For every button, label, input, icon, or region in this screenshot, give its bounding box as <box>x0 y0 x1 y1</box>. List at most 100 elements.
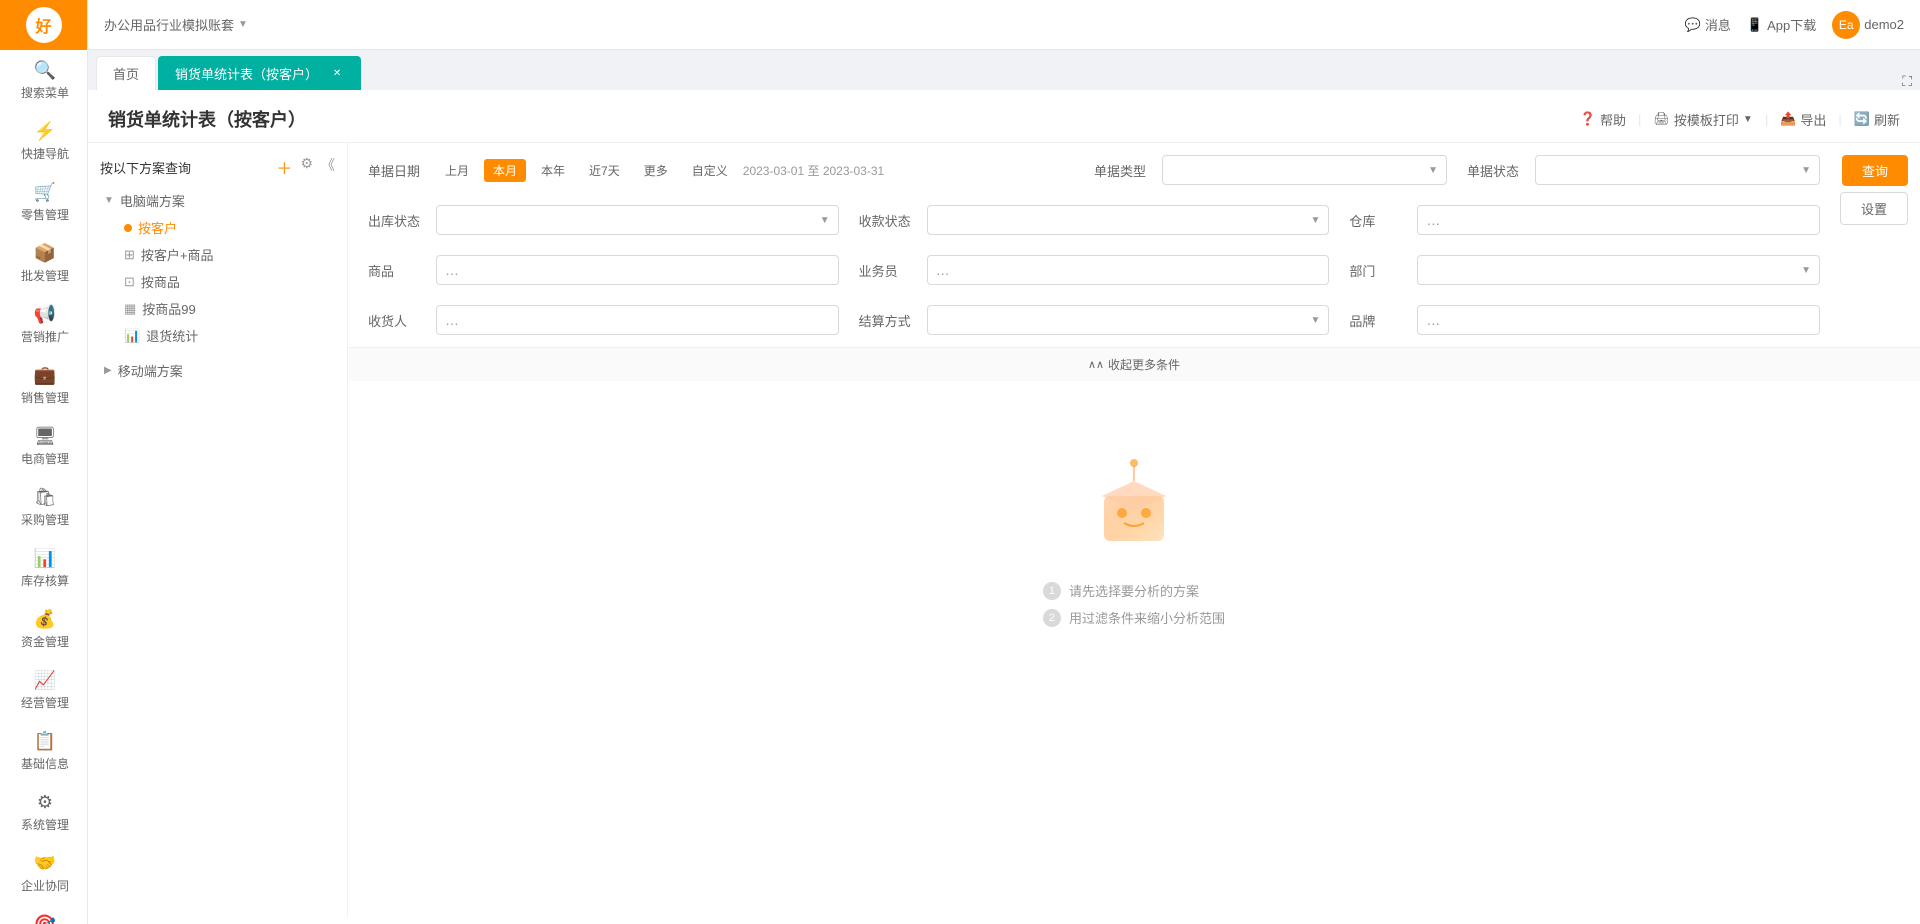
industry-dropdown-icon: ▼ <box>238 19 248 30</box>
scheme-by-customer-label: 按客户 <box>138 218 177 237</box>
date-btn-custom[interactable]: 自定义 <box>683 159 737 182</box>
sidebar-item-ecommerce[interactable]: 🖥 电商管理 <box>0 416 87 477</box>
add-scheme-btn[interactable]: ＋ <box>276 155 292 179</box>
sidebar-item-operations[interactable]: 📈 经营管理 <box>0 660 87 721</box>
sidebar-item-sales[interactable]: 💼 销售管理 <box>0 355 87 416</box>
tree-node-by-customer-goods[interactable]: ⊞ 按客户+商品 <box>116 241 339 268</box>
salesman-select[interactable]: … <box>927 255 1330 285</box>
sidebar-item-quick-nav-label: 快捷导航 <box>21 145 69 162</box>
tree-node-by-goods[interactable]: ⊡ 按商品 <box>116 268 339 295</box>
app-download-btn[interactable]: 📱 App下载 <box>1747 15 1816 34</box>
filter-payment-status: 收款状态 ▼ <box>859 205 1330 235</box>
sidebar-item-wholesale[interactable]: 📦 批发管理 <box>0 233 87 294</box>
receiver-select[interactable]: … <box>436 305 839 335</box>
tab-sales-stat[interactable]: 销货单统计表（按客户） ✕ <box>158 56 361 90</box>
order-type-select[interactable]: ▼ <box>1162 155 1447 185</box>
user-profile[interactable]: Ea demo2 <box>1832 11 1904 39</box>
message-btn[interactable]: 💬 消息 <box>1685 15 1731 34</box>
sidebar-item-cooperation-label: 企业协同 <box>21 877 69 894</box>
filter-dept: 部门 ▼ <box>1349 255 1820 285</box>
tree-node-by-goods-99[interactable]: ▦ 按商品99 <box>116 295 339 322</box>
tree-node-return-stats[interactable]: 📊 退货统计 <box>116 322 339 349</box>
tab-expand-btn[interactable]: ⛶ <box>1894 73 1920 90</box>
order-status-arrow: ▼ <box>1801 165 1811 176</box>
settlement-select[interactable]: ▼ <box>927 305 1330 335</box>
order-status-select[interactable]: ▼ <box>1535 155 1820 185</box>
print-btn[interactable]: 🖨 按模板打印 ▼ <box>1653 110 1752 129</box>
tree-toggle-icon: ▼ <box>104 195 114 206</box>
tree-node-by-customer[interactable]: 按客户 <box>116 214 339 241</box>
sidebar-item-finance[interactable]: 💰 资金管理 <box>0 599 87 660</box>
sidebar-item-purchase[interactable]: 🛍 采购管理 <box>0 477 87 538</box>
date-btn-this-month[interactable]: 本月 <box>484 159 526 182</box>
logo-text-inner: 好 <box>35 13 51 37</box>
filter-date: 单据日期 上月 本月 本年 近7天 更多 自定义 2023-03-01 至 20… <box>368 159 1074 182</box>
goods-dots: … <box>445 262 461 278</box>
logo-area: 好 <box>0 0 87 50</box>
filter-row-2: 出库状态 ▼ 收款状态 ▼ <box>348 197 1840 235</box>
user-name: demo2 <box>1864 17 1904 32</box>
settings-btn[interactable]: 设置 <box>1840 192 1908 225</box>
date-btn-this-year[interactable]: 本年 <box>532 159 574 182</box>
sidebar-item-guide[interactable]: 🎯 新手引导 <box>0 904 87 924</box>
edit-scheme-btn[interactable]: ⚙ <box>300 155 313 179</box>
tab-home[interactable]: 首页 <box>96 56 156 90</box>
app-download-icon: 📱 <box>1747 17 1763 33</box>
query-btn[interactable]: 查询 <box>1842 155 1908 186</box>
settlement-label: 结算方式 <box>859 311 919 330</box>
sidebar-item-quick-nav[interactable]: ⚡ 快捷导航 <box>0 111 87 172</box>
avatar-text: Ea <box>1839 18 1854 32</box>
content-area: 销货单统计表（按客户） ❓ 帮助 | 🖨 按模板打印 ▼ | 📤 导出 | <box>88 90 1920 924</box>
sidebar-item-system[interactable]: ⚙ 系统管理 <box>0 782 87 843</box>
filter-layout: 按以下方案查询 ＋ ⚙ 《 ▼ 电脑端方案 <box>88 143 1920 917</box>
collapse-up-icon: ∧∧ <box>1088 358 1104 371</box>
help-btn[interactable]: ❓ 帮助 <box>1580 110 1626 129</box>
divider1: | <box>1638 112 1641 127</box>
date-btn-last-month[interactable]: 上月 <box>436 159 478 182</box>
tab-close-btn[interactable]: ✕ <box>330 67 344 81</box>
sidebar-item-marketing[interactable]: 📢 营销推广 <box>0 294 87 355</box>
scheme-icon-bar: ▦ <box>124 301 136 317</box>
tree-desktop-schemes[interactable]: ▼ 电脑端方案 <box>96 187 339 214</box>
sidebar-item-basic[interactable]: 📋 基础信息 <box>0 721 87 782</box>
sidebar-item-cooperation[interactable]: 🤝 企业协同 <box>0 843 87 904</box>
warehouse-select[interactable]: … <box>1417 205 1820 235</box>
payment-status-select[interactable]: ▼ <box>927 205 1330 235</box>
warehouse-dots: … <box>1426 212 1442 228</box>
filter-row-1: 单据日期 上月 本月 本年 近7天 更多 自定义 2023-03-01 至 20… <box>348 143 1840 185</box>
filter-brand: 品牌 … <box>1349 305 1820 335</box>
tree-mobile-schemes[interactable]: ▶ 移动端方案 <box>96 357 339 384</box>
sidebar-item-inventory[interactable]: 📊 库存核算 <box>0 538 87 599</box>
quick-nav-icon: ⚡ <box>34 121 56 142</box>
empty-tip-1: 1 请先选择要分析的方案 <box>1043 581 1225 600</box>
out-status-arrow: ▼ <box>820 215 830 226</box>
sidebar-item-inventory-label: 库存核算 <box>21 572 69 589</box>
goods-select[interactable]: … <box>436 255 839 285</box>
search-icon: 🔍 <box>34 60 56 81</box>
out-status-select[interactable]: ▼ <box>436 205 839 235</box>
empty-tip-2: 2 用过滤条件来缩小分析范围 <box>1043 608 1225 627</box>
sidebar-item-retail[interactable]: 🛒 零售管理 <box>0 172 87 233</box>
tree-desktop-label: 电脑端方案 <box>120 191 185 210</box>
print-label: 按模板打印 <box>1674 110 1739 129</box>
sidebar-item-system-label: 系统管理 <box>21 816 69 833</box>
sidebar-item-ecommerce-label: 电商管理 <box>21 450 69 467</box>
collapse-bar[interactable]: ∧∧ 收起更多条件 <box>348 347 1920 381</box>
filter-receiver: 收货人 … <box>368 305 839 335</box>
dept-arrow: ▼ <box>1801 265 1811 276</box>
basic-icon: 📋 <box>34 731 56 752</box>
tab-home-label: 首页 <box>113 64 139 83</box>
dept-select[interactable]: ▼ <box>1417 255 1820 285</box>
brand-select[interactable]: … <box>1417 305 1820 335</box>
date-btn-7days[interactable]: 近7天 <box>580 159 629 182</box>
industry-selector[interactable]: 办公用品行业模拟账套 ▼ <box>104 15 248 34</box>
sidebar-item-search[interactable]: 🔍 搜索菜单 <box>0 50 87 111</box>
scheme-icon-table: ⊡ <box>124 274 135 290</box>
sidebar-item-marketing-label: 营销推广 <box>21 328 69 345</box>
order-status-label: 单据状态 <box>1467 161 1527 180</box>
refresh-btn[interactable]: 🔄 刷新 <box>1854 110 1900 129</box>
sidebar-item-operations-label: 经营管理 <box>21 694 69 711</box>
collapse-scheme-btn[interactable]: 《 <box>321 155 335 179</box>
export-btn[interactable]: 📤 导出 <box>1780 110 1826 129</box>
date-btn-more[interactable]: 更多 <box>635 159 677 182</box>
